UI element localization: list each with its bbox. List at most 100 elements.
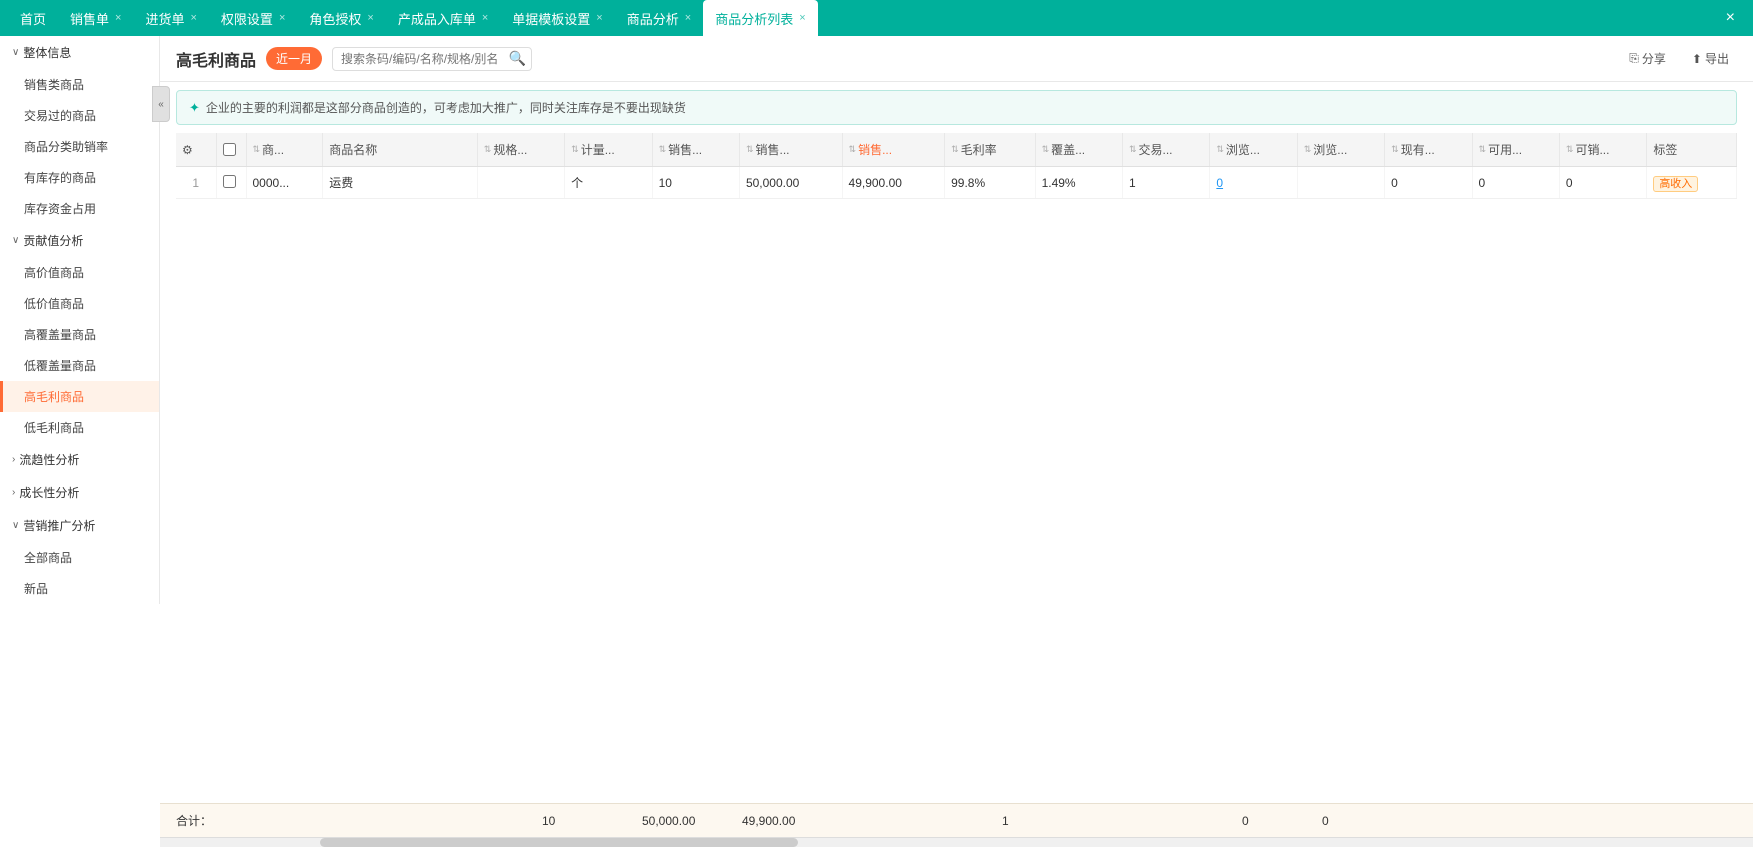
cell-checkbox[interactable] bbox=[216, 167, 246, 199]
sidebar-item-low-margin[interactable]: 低毛利商品 bbox=[0, 412, 159, 443]
col-tag[interactable]: 标签 bbox=[1647, 133, 1737, 167]
sort-icon-14: ⇅ bbox=[1566, 144, 1574, 155]
col-stock[interactable]: ⇅ 现有... bbox=[1385, 133, 1472, 167]
nav-role-auth[interactable]: 角色授权 × bbox=[297, 0, 385, 36]
export-button[interactable]: ⬆ 导出 bbox=[1684, 46, 1737, 71]
col-sales3[interactable]: ⇅ 销售... bbox=[842, 133, 945, 167]
close-analysis-icon[interactable]: × bbox=[685, 12, 691, 24]
settings-icon[interactable]: ⚙ bbox=[182, 143, 193, 157]
sidebar-item-sales-goods[interactable]: 销售类商品 bbox=[0, 69, 159, 100]
col-spec[interactable]: ⇅ 规格... bbox=[477, 133, 564, 167]
cell-transactions: 1 bbox=[1122, 167, 1209, 199]
col-gross-rate[interactable]: ⇅ 毛利率 bbox=[945, 133, 1035, 167]
col-sales2[interactable]: ⇅ 销售... bbox=[739, 133, 842, 167]
cell-name: 运费 bbox=[323, 167, 478, 199]
search-input[interactable] bbox=[332, 47, 532, 71]
col-checkbox bbox=[216, 133, 246, 167]
arrow-icon: ∨ bbox=[12, 47, 19, 58]
cell-code: 0000... bbox=[246, 167, 323, 199]
search-button[interactable]: 🔍 bbox=[509, 50, 526, 67]
sidebar-item-traded-goods[interactable]: 交易过的商品 bbox=[0, 100, 159, 131]
table-row: 1 0000... 运费 bbox=[176, 167, 1737, 199]
nav-permission-settings[interactable]: 权限设置 × bbox=[209, 0, 297, 36]
col-sellable[interactable]: ⇅ 可销... bbox=[1559, 133, 1646, 167]
sidebar-group-trend[interactable]: › 流趋性分析 bbox=[0, 443, 159, 476]
select-all-checkbox[interactable] bbox=[223, 143, 236, 156]
window-close-button[interactable]: × bbox=[1716, 9, 1745, 27]
col-available[interactable]: ⇅ 可用... bbox=[1472, 133, 1559, 167]
page-title: 高毛利商品 bbox=[176, 47, 256, 71]
sidebar-item-all-goods[interactable]: 全部商品 bbox=[0, 542, 159, 573]
data-table-wrapper[interactable]: ⚙ ⇅ 商... 商品名称 bbox=[160, 133, 1753, 803]
nav-sales-order[interactable]: 销售单 × bbox=[58, 0, 133, 36]
nav-purchase-order[interactable]: 进货单 × bbox=[133, 0, 208, 36]
cell-spec bbox=[477, 167, 564, 199]
cell-sales3: 49,900.00 bbox=[842, 167, 945, 199]
arrow-icon-5: ∨ bbox=[12, 520, 19, 531]
nav-product-analysis[interactable]: 商品分析 × bbox=[615, 0, 703, 36]
sidebar-item-in-stock[interactable]: 有库存的商品 bbox=[0, 162, 159, 193]
col-browse1[interactable]: ⇅ 浏览... bbox=[1210, 133, 1297, 167]
nav-template-settings[interactable]: 单据模板设置 × bbox=[500, 0, 614, 36]
content-area: 高毛利商品 近一月 🔍 ⎘ 分享 ⬆ 导出 ✦ 企业的主要的利润都是这部分商品创… bbox=[160, 36, 1753, 847]
close-analysis-list-icon[interactable]: × bbox=[799, 12, 805, 24]
product-table: ⚙ ⇅ 商... 商品名称 bbox=[176, 133, 1737, 199]
sidebar-group-contribution[interactable]: ∨ 贡献值分析 bbox=[0, 224, 159, 257]
cell-unit: 个 bbox=[565, 167, 652, 199]
nav-home[interactable]: 首页 bbox=[8, 0, 58, 36]
sidebar-group-overall[interactable]: ∨ 整体信息 bbox=[0, 36, 159, 69]
close-purchase-order-icon[interactable]: × bbox=[190, 12, 196, 24]
sidebar-item-low-coverage[interactable]: 低覆盖量商品 bbox=[0, 350, 159, 381]
footer-values: 10 50,000.00 49,900.00 1 0 0 bbox=[256, 814, 1737, 828]
sort-icon-10: ⇅ bbox=[1216, 144, 1224, 155]
cell-sales1: 10 bbox=[652, 167, 739, 199]
share-button[interactable]: ⎘ 分享 bbox=[1621, 46, 1674, 71]
info-icon: ✦ bbox=[189, 100, 200, 116]
cell-tag: 高收入 bbox=[1647, 167, 1737, 199]
col-name[interactable]: 商品名称 bbox=[323, 133, 478, 167]
arrow-icon-2: ∨ bbox=[12, 235, 19, 246]
close-permission-icon[interactable]: × bbox=[279, 12, 285, 24]
sort-icon-2: ⇅ bbox=[484, 144, 492, 155]
sidebar-group-marketing[interactable]: ∨ 营销推广分析 bbox=[0, 509, 159, 542]
sort-icon-8: ⇅ bbox=[1042, 144, 1050, 155]
sidebar-item-category-rate[interactable]: 商品分类助销率 bbox=[0, 131, 159, 162]
top-navigation: 首页 销售单 × 进货单 × 权限设置 × 角色授权 × 产成品入库单 × 单据… bbox=[0, 0, 1753, 36]
table-header-row: ⚙ ⇅ 商... 商品名称 bbox=[176, 133, 1737, 167]
sidebar-item-stock-capital[interactable]: 库存资金占用 bbox=[0, 193, 159, 224]
sidebar-item-high-value[interactable]: 高价值商品 bbox=[0, 257, 159, 288]
close-sales-order-icon[interactable]: × bbox=[115, 12, 121, 24]
sidebar-item-new-goods[interactable]: 新品 bbox=[0, 573, 159, 604]
sidebar-group-growth[interactable]: › 成长性分析 bbox=[0, 476, 159, 509]
col-sales1[interactable]: ⇅ 销售... bbox=[652, 133, 739, 167]
export-icon: ⬆ bbox=[1692, 52, 1702, 66]
cell-gross-rate: 99.8% bbox=[945, 167, 1035, 199]
col-index: ⚙ bbox=[176, 133, 216, 167]
arrow-icon-4: › bbox=[12, 487, 15, 498]
row-checkbox[interactable] bbox=[223, 175, 236, 188]
close-template-icon[interactable]: × bbox=[596, 12, 602, 24]
col-code[interactable]: ⇅ 商... bbox=[246, 133, 323, 167]
nav-product-analysis-list[interactable]: 商品分析列表 × bbox=[703, 0, 817, 36]
filter-period-button[interactable]: 近一月 bbox=[266, 47, 322, 70]
col-unit[interactable]: ⇅ 计量... bbox=[565, 133, 652, 167]
cell-browse2 bbox=[1297, 167, 1384, 199]
col-coverage[interactable]: ⇅ 覆盖... bbox=[1035, 133, 1122, 167]
cell-browse1[interactable]: 0 bbox=[1210, 167, 1297, 199]
sort-icon-4: ⇅ bbox=[659, 144, 667, 155]
sort-icon-3: ⇅ bbox=[571, 144, 579, 155]
close-finished-goods-icon[interactable]: × bbox=[482, 12, 488, 24]
close-role-auth-icon[interactable]: × bbox=[367, 12, 373, 24]
col-browse2[interactable]: ⇅ 浏览... bbox=[1297, 133, 1384, 167]
sidebar-item-low-value[interactable]: 低价值商品 bbox=[0, 288, 159, 319]
horizontal-scrollbar[interactable] bbox=[160, 837, 1753, 847]
sidebar-collapse-button[interactable]: « bbox=[152, 86, 170, 122]
sort-icon-13: ⇅ bbox=[1479, 144, 1487, 155]
sidebar-item-high-margin[interactable]: 高毛利商品 bbox=[0, 381, 159, 412]
sort-icon-12: ⇅ bbox=[1391, 144, 1399, 155]
sidebar-item-high-coverage[interactable]: 高覆盖量商品 bbox=[0, 319, 159, 350]
col-transactions[interactable]: ⇅ 交易... bbox=[1122, 133, 1209, 167]
cell-stock: 0 bbox=[1385, 167, 1472, 199]
sort-icon-9: ⇅ bbox=[1129, 144, 1137, 155]
nav-finished-goods[interactable]: 产成品入库单 × bbox=[386, 0, 500, 36]
